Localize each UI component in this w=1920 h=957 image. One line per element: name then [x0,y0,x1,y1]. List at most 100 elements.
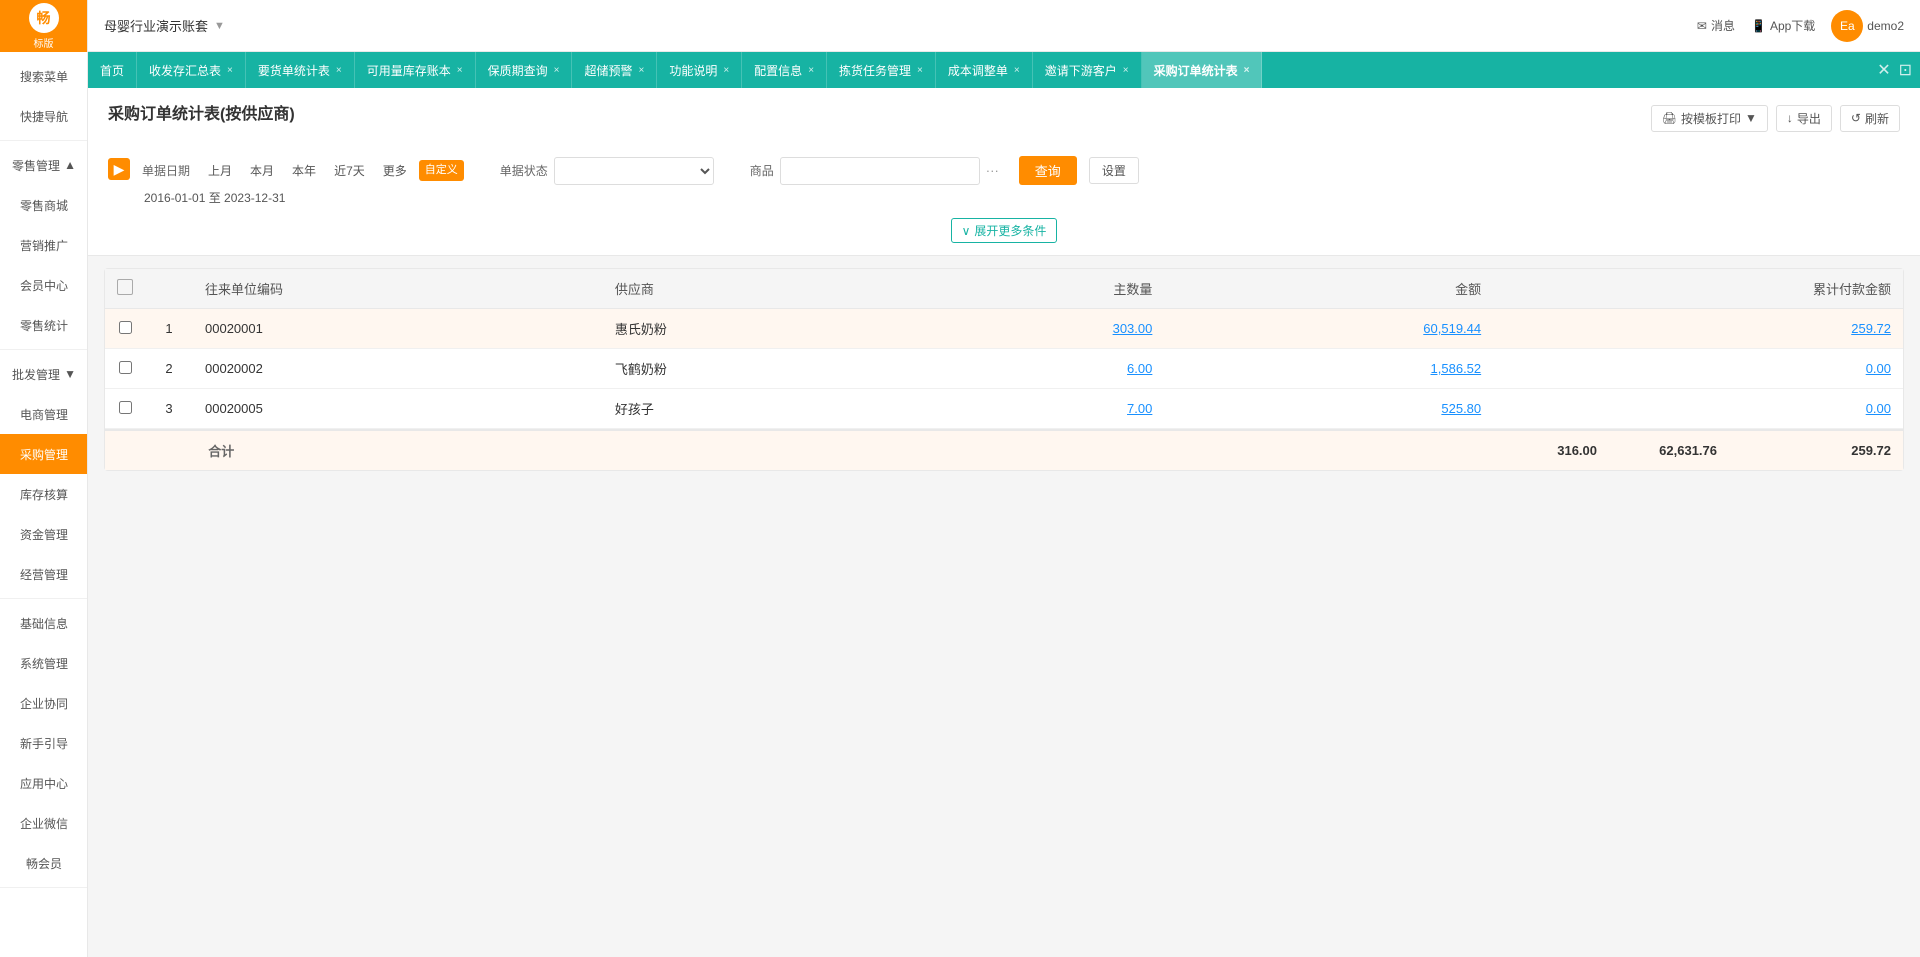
sidebar-item-basic[interactable]: 基础信息 [0,603,88,643]
tab-cost-adjust-close[interactable]: × [1014,65,1020,76]
tab-overstock-alert[interactable]: 超储预警 × [572,52,657,88]
refresh-btn[interactable]: ↺ 刷新 [1840,105,1900,132]
sidebar-item-corpwechat[interactable]: 企业微信 [0,803,88,843]
row-checkbox-1[interactable] [119,361,132,374]
tab-close-all-btn[interactable]: ✕ [1877,60,1890,80]
topbar-right: ✉ 消息 📱 App下载 Ea demo2 [1697,10,1904,42]
row-no-2: 3 [145,389,193,429]
row-supplier-code-1: 00020002 [193,349,603,389]
query-btn[interactable]: 查询 [1019,156,1077,185]
print-btn[interactable]: 🖨 按模板打印 ▼ [1651,105,1768,132]
tab-pick-task-close[interactable]: × [917,65,923,76]
sidebar-item-appcenter[interactable]: 应用中心 [0,763,88,803]
date-opt-7days[interactable]: 近7天 [328,160,371,181]
tab-overstock-alert-close[interactable]: × [638,65,644,76]
tab-available-inventory[interactable]: 可用量库存账本 × [355,52,476,88]
sidebar-item-newguide[interactable]: 新手引导 [0,723,88,763]
sidebar-bottom-section: 基础信息 系统管理 企业协同 新手引导 应用中心 企业微信 畅会员 [0,599,87,888]
tab-cost-adjust[interactable]: 成本调整单 × [936,52,1033,88]
sidebar-item-enterprise[interactable]: 企业协同 [0,683,88,723]
column-settings-icon[interactable] [117,279,133,295]
sidebar-item-wholesale[interactable]: 批发管理 ▼ [0,354,88,394]
tab-invite-downstream-close[interactable]: × [1123,65,1129,76]
row-paid-2: 0.00 [1493,389,1903,429]
more-filters-btn[interactable]: ∨ 展开更多条件 [951,218,1058,243]
row-checkbox-2[interactable] [119,401,132,414]
print-icon: 🖨 [1662,111,1677,125]
refresh-icon: ↺ [1851,111,1861,125]
tab-home[interactable]: 首页 [88,52,137,88]
sidebar-item-inventory[interactable]: 库存核算 [0,474,88,514]
tab-purchase-stats-close[interactable]: × [1244,65,1250,76]
tab-function-desc-close[interactable]: × [723,65,729,76]
tab-home-label: 首页 [100,62,124,79]
user-profile-btn[interactable]: Ea demo2 [1831,10,1904,42]
row-qty-2: 7.00 [908,389,1164,429]
sidebar-item-retail-shop[interactable]: 零售商城 [0,185,88,225]
date-opt-lastmonth[interactable]: 上月 [202,160,238,181]
tab-pick-task[interactable]: 拣货任务管理 × [827,52,936,88]
sidebar-item-marketing[interactable]: 营销推广 [0,225,88,265]
export-label: 导出 [1797,110,1821,127]
sidebar-item-retail-stats[interactable]: 零售统计 [0,305,88,345]
tab-maximize-btn[interactable]: ⊡ [1899,60,1912,80]
date-opt-thismonth[interactable]: 本月 [244,160,280,181]
sidebar-item-member[interactable]: 会员中心 [0,265,88,305]
row-check-0[interactable] [105,309,145,349]
sidebar-item-system[interactable]: 系统管理 [0,643,88,683]
export-btn[interactable]: ↓ 导出 [1776,105,1832,132]
sidebar-item-purchase[interactable]: 采购管理 [0,434,88,474]
col-amount-header: 金额 [1164,269,1493,309]
sidebar-item-vip[interactable]: 畅会员 [0,843,88,883]
tab-warranty-query-close[interactable]: × [554,65,560,76]
row-checkbox-0[interactable] [119,321,132,334]
sidebar-item-operations-label: 经营管理 [20,566,68,583]
sidebar-wholesale-section: 批发管理 ▼ 电商管理 采购管理 库存核算 资金管理 经营管理 [0,350,87,599]
tab-function-desc[interactable]: 功能说明 × [657,52,742,88]
tab-invite-downstream[interactable]: 邀请下游客户 × [1033,52,1142,88]
table-row[interactable]: 3 00020005 好孩子 7.00 525.80 0.00 [105,389,1903,429]
tab-order-stats[interactable]: 要货单统计表 × [246,52,355,88]
goods-more-icon[interactable]: ··· [986,163,999,178]
tab-order-stats-close[interactable]: × [336,65,342,76]
sidebar-item-retail[interactable]: 零售管理 ▲ [0,145,88,185]
tab-config-info-close[interactable]: × [808,65,814,76]
username-label: demo2 [1867,19,1904,33]
table-row[interactable]: 2 00020002 飞鹤奶粉 6.00 1,586.52 0.00 [105,349,1903,389]
sidebar-item-quicknav[interactable]: 快捷导航 [0,96,88,136]
sidebar-item-appcenter-label: 应用中心 [20,775,68,792]
page-title: 采购订单统计表(按供应商) [108,100,295,124]
page-content: 采购订单统计表(按供应商) 🖨 按模板打印 ▼ ↓ 导出 ↺ 刷新 [88,88,1920,957]
row-supplier-name-0: 惠氏奶粉 [603,309,908,349]
table-row[interactable]: 1 00020001 惠氏奶粉 303.00 60,519.44 259.72 [105,309,1903,349]
workspace-selector[interactable]: 母婴行业演示账套 ▼ [104,16,225,35]
sidebar-item-operations[interactable]: 经营管理 [0,554,88,594]
sidebar-item-finance[interactable]: 资金管理 [0,514,88,554]
tab-config-info[interactable]: 配置信息 × [742,52,827,88]
print-label: 按模板打印 [1681,110,1741,127]
row-check-1[interactable] [105,349,145,389]
date-opt-more[interactable]: 更多 [377,160,413,181]
tab-warranty-query[interactable]: 保质期查询 × [476,52,573,88]
app-download-btn[interactable]: 📱 App下载 [1751,17,1815,34]
row-supplier-code-0: 00020001 [193,309,603,349]
status-select[interactable] [554,157,714,185]
sidebar-item-ecommerce[interactable]: 电商管理 [0,394,88,434]
sidebar-item-newguide-label: 新手引导 [20,735,68,752]
date-custom-tag[interactable]: 自定义 [419,160,464,181]
goods-input[interactable] [780,157,980,185]
logo-icon: 畅 [29,3,59,33]
filter-toggle-btn[interactable]: ▶ [108,158,130,180]
tab-receive-summary-close[interactable]: × [227,65,233,76]
total-paid: 259.72 [1741,443,1891,458]
sidebar-item-search[interactable]: 搜索菜单 [0,56,88,96]
tab-purchase-stats[interactable]: 采购订单统计表 × [1142,52,1263,88]
tab-receive-summary[interactable]: 收发存汇总表 × [137,52,246,88]
tab-available-inventory-close[interactable]: × [457,65,463,76]
sidebar-item-wholesale-label: 批发管理 [12,366,60,383]
settings-btn[interactable]: 设置 [1089,157,1139,184]
messages-btn[interactable]: ✉ 消息 [1697,17,1735,34]
row-check-2[interactable] [105,389,145,429]
app-download-label: App下载 [1770,17,1815,34]
date-opt-thisyear[interactable]: 本年 [286,160,322,181]
